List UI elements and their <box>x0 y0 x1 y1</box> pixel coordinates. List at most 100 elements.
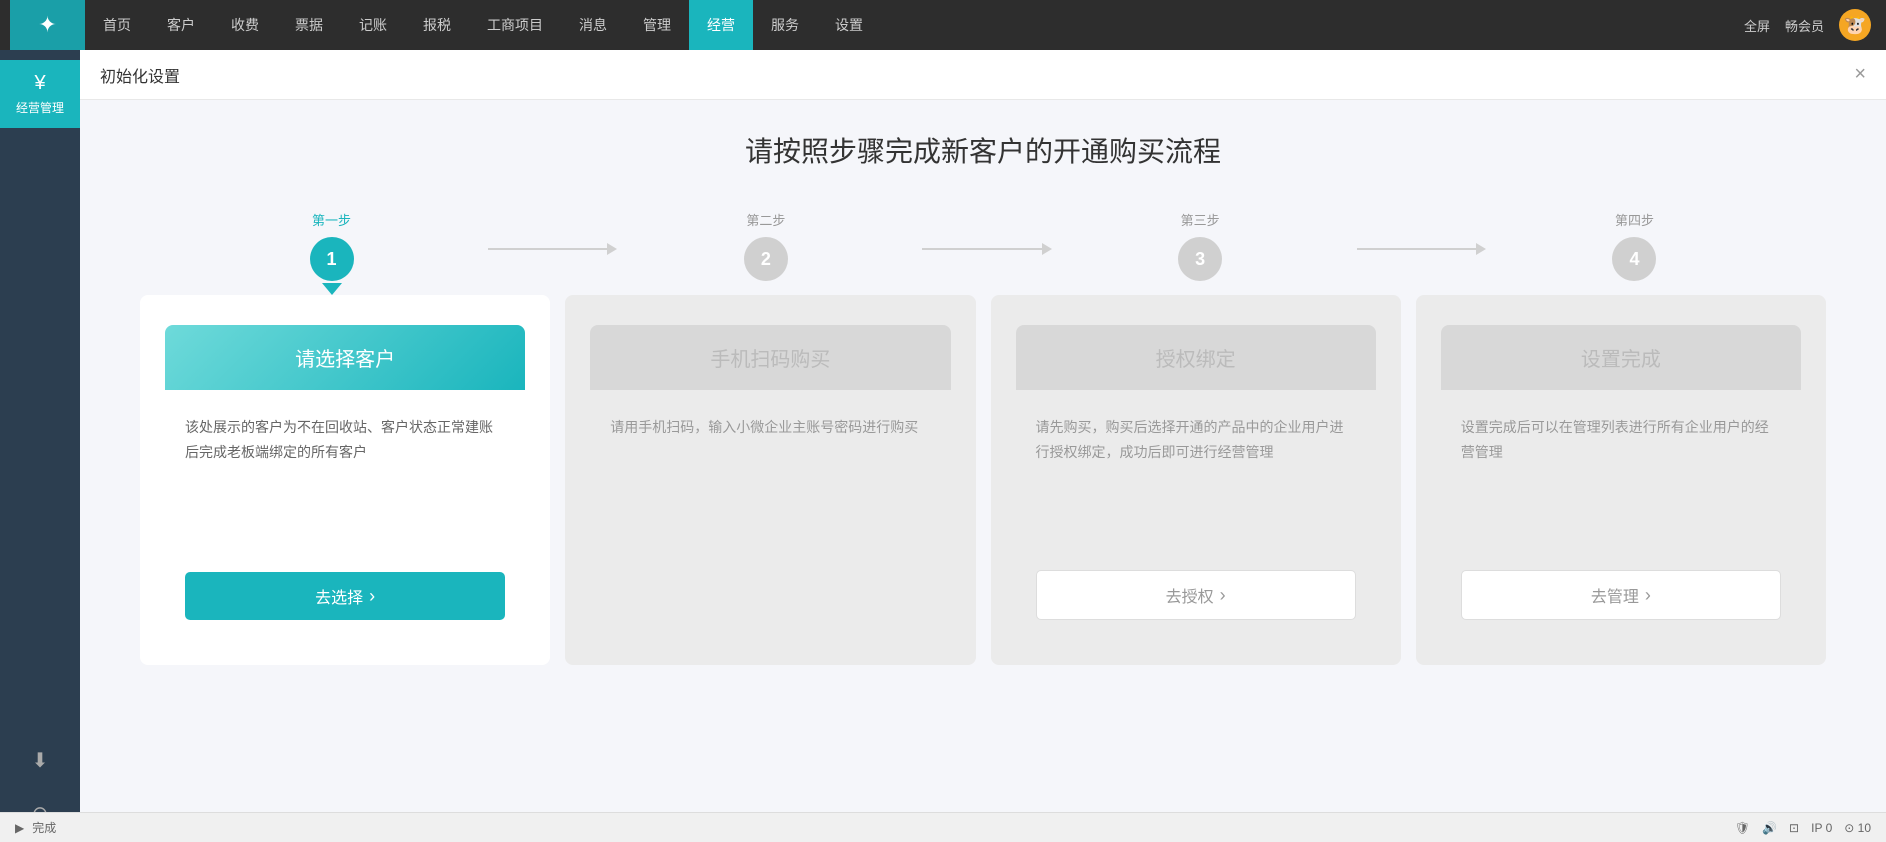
card-4-btn-icon: › <box>1645 585 1651 606</box>
card-2: 手机扫码购买 请用手机扫码，输入小微企业主账号密码进行购买 <box>565 295 975 665</box>
nav-item-bookkeeping[interactable]: 记账 <box>341 0 405 50</box>
card-4-button[interactable]: 去管理 › <box>1461 570 1781 620</box>
arrow-head-3 <box>1476 243 1486 255</box>
nav-item-settings[interactable]: 设置 <box>817 0 881 50</box>
content-area: 请按照步骤完成新客户的开通购买流程 第一步 1 第二步 2 <box>80 100 1886 695</box>
page-title: 初始化设置 <box>100 63 180 87</box>
nav-logo: ✦ <box>10 0 85 50</box>
card-4-body: 设置完成后可以在管理列表进行所有企业用户的经营管理 <box>1441 390 1801 570</box>
sidebar-item-operation[interactable]: ¥ 经营管理 <box>0 60 80 128</box>
card-3: 授权绑定 请先购买，购买后选择开通的产品中的企业用户进行授权绑定，成功后即可进行… <box>991 295 1401 665</box>
cards-container: 请选择客户 该处展示的客户为不在回收站、客户状态正常建账后完成老板端绑定的所有客… <box>120 295 1846 665</box>
nav-item-business[interactable]: 工商项目 <box>469 0 561 50</box>
step-3-spacer <box>1178 281 1222 295</box>
main-heading: 请按照步骤完成新客户的开通购买流程 <box>120 130 1846 170</box>
screen-icon: ⊡ <box>1789 821 1799 835</box>
step-2: 第二步 2 <box>614 210 917 295</box>
nav-item-tax[interactable]: 报税 <box>405 0 469 50</box>
nav-item-home[interactable]: 首页 <box>85 0 149 50</box>
user-avatar[interactable]: 🐮 <box>1839 9 1871 41</box>
card-3-body: 请先购买，购买后选择开通的产品中的企业用户进行授权绑定，成功后即可进行经营管理 <box>1016 390 1376 570</box>
arrow-2 <box>917 248 1048 250</box>
step-4: 第四步 4 <box>1483 210 1786 295</box>
arrow-1 <box>483 248 614 250</box>
connector-line-1 <box>488 248 609 250</box>
card-2-header: 手机扫码购买 <box>590 325 950 390</box>
nav-items-container: 首页 客户 收费 票据 记账 报税 工商项目 消息 管理 经营 服务 设置 <box>85 0 1744 50</box>
card-4-desc: 设置完成后可以在管理列表进行所有企业用户的经营管理 <box>1461 415 1781 465</box>
nav-item-manage[interactable]: 管理 <box>625 0 689 50</box>
clock-info: ⊙ 10 <box>1844 821 1871 835</box>
step-1-circle: 1 <box>310 237 354 281</box>
step-3-circle: 3 <box>1178 237 1222 281</box>
card-1-footer: 去选择 › <box>165 572 525 640</box>
operation-icon: ¥ <box>34 72 45 95</box>
step-1-label: 第一步 <box>312 210 351 229</box>
card-2-title: 手机扫码购买 <box>710 349 830 371</box>
step-4-spacer <box>1612 281 1656 295</box>
card-3-btn-icon: › <box>1220 585 1226 606</box>
status-left: ▶ 完成 <box>15 819 56 836</box>
sidebar: ¥ 经营管理 ⬇ ⊙ <box>0 50 80 842</box>
card-4-footer: 去管理 › <box>1441 570 1801 640</box>
status-right: 🛡 🔊 ⊡ IP 0 ⊙ 10 <box>1735 821 1871 835</box>
top-navigation: ✦ 首页 客户 收费 票据 记账 报税 工商项目 消息 管理 经营 服务 设置 … <box>0 0 1886 50</box>
logo-icon: ✦ <box>38 12 56 38</box>
card-3-button[interactable]: 去授权 › <box>1036 570 1356 620</box>
nav-item-invoice[interactable]: 票据 <box>277 0 341 50</box>
card-1-button[interactable]: 去选择 › <box>185 572 505 620</box>
download-icon: ⬇ <box>32 748 49 773</box>
step-2-spacer <box>744 281 788 295</box>
card-3-desc: 请先购买，购买后选择开通的产品中的企业用户进行授权绑定，成功后即可进行经营管理 <box>1036 415 1356 465</box>
fullscreen-button[interactable]: 全屏 <box>1744 16 1770 35</box>
play-icon: ▶ <box>15 821 24 835</box>
card-1: 请选择客户 该处展示的客户为不在回收站、客户状态正常建账后完成老板端绑定的所有客… <box>140 295 550 665</box>
status-text: 完成 <box>32 819 56 836</box>
card-1-btn-label: 去选择 <box>315 584 363 608</box>
card-3-footer: 去授权 › <box>1016 570 1376 640</box>
card-1-body: 该处展示的客户为不在回收站、客户状态正常建账后完成老板端绑定的所有客户 <box>165 390 525 572</box>
step-3-label: 第三步 <box>1181 210 1220 229</box>
step-4-circle: 4 <box>1612 237 1656 281</box>
step-2-circle: 2 <box>744 237 788 281</box>
card-3-btn-label: 去授权 <box>1166 583 1214 607</box>
card-1-title: 请选择客户 <box>295 349 395 371</box>
card-1-header: 请选择客户 <box>165 325 525 390</box>
sidebar-item-label: 经营管理 <box>16 99 64 116</box>
shield-icon: 🛡 <box>1735 821 1750 835</box>
card-2-footer <box>590 620 950 640</box>
sidebar-item-download[interactable]: ⬇ <box>0 736 80 789</box>
connector-line-2 <box>922 248 1043 250</box>
step-2-label: 第二步 <box>746 210 785 229</box>
step-3: 第三步 3 <box>1049 210 1352 295</box>
card-1-desc: 该处展示的客户为不在回收站、客户状态正常建账后完成老板端绑定的所有客户 <box>185 415 505 465</box>
card-2-desc: 请用手机扫码，输入小微企业主账号密码进行购买 <box>610 415 930 440</box>
volume-icon: 🔊 <box>1762 821 1777 835</box>
ip-info: IP 0 <box>1811 821 1832 835</box>
nav-right-area: 全屏 畅会员 🐮 <box>1744 9 1886 41</box>
nav-item-customer[interactable]: 客户 <box>149 0 213 50</box>
member-button[interactable]: 畅会员 <box>1785 16 1824 35</box>
nav-item-fee[interactable]: 收费 <box>213 0 277 50</box>
page-header: 初始化设置 × <box>80 50 1886 100</box>
card-3-header: 授权绑定 <box>1016 325 1376 390</box>
card-2-body: 请用手机扫码，输入小微企业主账号密码进行购买 <box>590 390 950 620</box>
step-1-pointer <box>322 283 342 295</box>
card-3-title: 授权绑定 <box>1156 349 1236 371</box>
nav-item-message[interactable]: 消息 <box>561 0 625 50</box>
connector-line-3 <box>1357 248 1478 250</box>
arrow-head-2 <box>1042 243 1052 255</box>
card-4: 设置完成 设置完成后可以在管理列表进行所有企业用户的经营管理 去管理 › <box>1416 295 1826 665</box>
nav-item-service[interactable]: 服务 <box>753 0 817 50</box>
close-button[interactable]: × <box>1854 63 1866 86</box>
card-4-header: 设置完成 <box>1441 325 1801 390</box>
status-bar: ▶ 完成 🛡 🔊 ⊡ IP 0 ⊙ 10 <box>0 812 1886 842</box>
arrow-3 <box>1352 248 1483 250</box>
card-1-btn-icon: › <box>369 586 375 607</box>
main-content: 初始化设置 × 请按照步骤完成新客户的开通购买流程 第一步 1 第二步 2 <box>80 50 1886 812</box>
step-4-label: 第四步 <box>1615 210 1654 229</box>
card-4-title: 设置完成 <box>1581 349 1661 371</box>
step-1: 第一步 1 <box>180 210 483 295</box>
nav-item-operation[interactable]: 经营 <box>689 0 753 50</box>
arrow-head-1 <box>607 243 617 255</box>
